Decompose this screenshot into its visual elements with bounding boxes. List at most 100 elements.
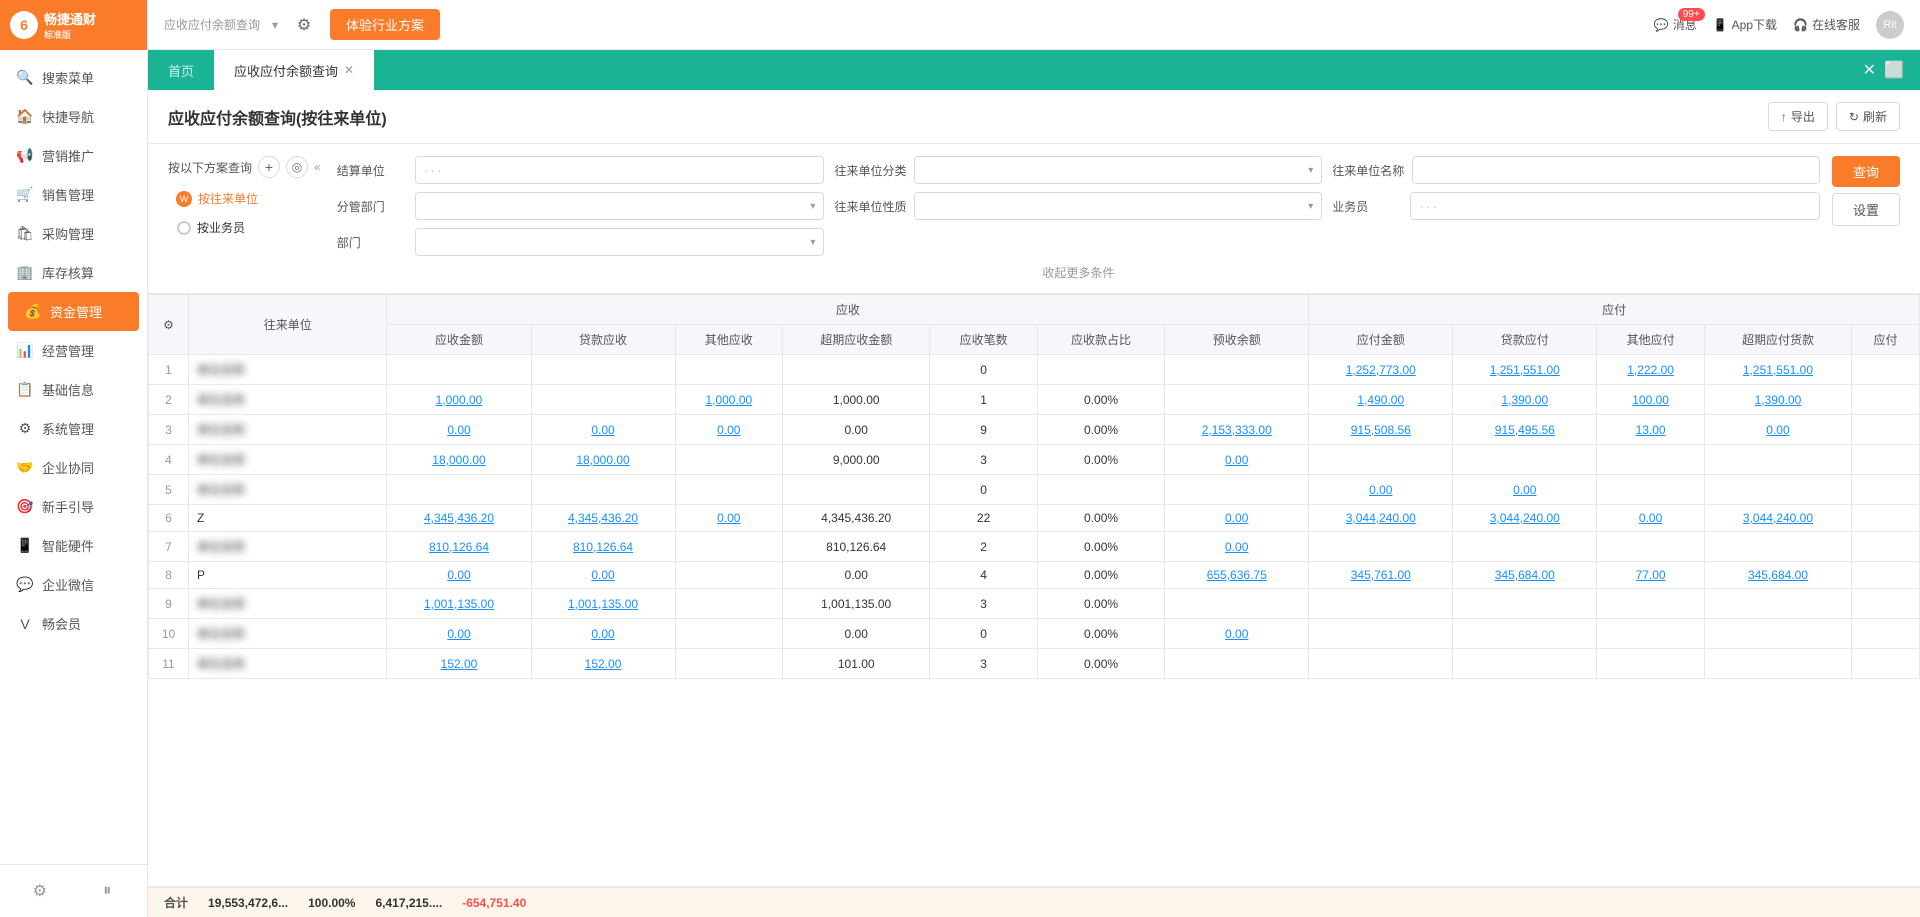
cell-link[interactable]: 3,044,240.00 (1704, 505, 1851, 532)
query-btn[interactable]: 查询 (1832, 156, 1900, 187)
th-gear[interactable]: ⚙ (149, 295, 189, 355)
filter-schema-btn[interactable]: ◎ (286, 156, 308, 178)
cell-link[interactable]: 1,001,135.00 (387, 589, 531, 619)
cell-link[interactable]: 915,508.56 (1309, 415, 1453, 445)
filter-salesperson-input[interactable]: ··· (1410, 192, 1820, 220)
tab-expand-icon[interactable]: ⬜ (1884, 60, 1904, 80)
topbar-gear-icon[interactable]: ⚙ (290, 11, 318, 39)
cell-link[interactable]: 152.00 (531, 649, 675, 679)
sidebar-item-hardware[interactable]: 📱智能硬件 (0, 526, 147, 565)
cell-link[interactable]: 0.00 (1165, 532, 1309, 562)
sidebar-item-marketing[interactable]: 📢营销推广 (0, 136, 147, 175)
sidebar-item-finance[interactable]: 💰资金管理 (8, 292, 139, 331)
sidebar-item-management[interactable]: 📊经营管理 (0, 331, 147, 370)
cell-link[interactable]: 13.00 (1597, 415, 1705, 445)
cell-link[interactable]: 0.00 (675, 415, 783, 445)
service-btn[interactable]: 🎧 在线客服 (1793, 16, 1860, 33)
cell-link[interactable]: 3,044,240.00 (1309, 505, 1453, 532)
tab-ar-ap[interactable]: 应收应付余额查询 ✕ (214, 50, 374, 90)
settings-btn[interactable]: 设置 (1832, 193, 1900, 226)
cell-link[interactable]: 1,390.00 (1453, 385, 1597, 415)
app-download-btn[interactable]: 📱 App下载 (1713, 16, 1777, 33)
cell-link[interactable]: 655,636.75 (1165, 562, 1309, 589)
tab-home[interactable]: 首页 (148, 50, 214, 90)
cell-link[interactable]: 1,222.00 (1597, 355, 1705, 385)
filter-partner-category-input[interactable]: ▾ (914, 156, 1322, 184)
filter-nav-by-partner[interactable]: W 按往来单位 (168, 186, 321, 211)
export-btn[interactable]: ↑ 导出 (1768, 102, 1828, 131)
cell-link[interactable]: 0.00 (387, 562, 531, 589)
page-actions: ↑ 导出 ↻ 刷新 (1768, 102, 1900, 131)
cell-link[interactable]: 0.00 (1165, 505, 1309, 532)
pause-bottom-btn[interactable]: ⏸ (78, 875, 138, 907)
cell-link[interactable]: 0.00 (1165, 445, 1309, 475)
cell-link[interactable]: 1,251,551.00 (1704, 355, 1851, 385)
cell-link[interactable]: 4,345,436.20 (531, 505, 675, 532)
filter-dept-input[interactable]: ▾ (415, 192, 825, 220)
cell-link[interactable]: 1,251,551.00 (1453, 355, 1597, 385)
breadcrumb-chevron-icon[interactable]: ▾ (272, 18, 278, 32)
sidebar-item-sales[interactable]: 🛒销售管理 (0, 175, 147, 214)
cell-link[interactable]: 0.00 (387, 619, 531, 649)
filter-collapse-btn[interactable]: « (314, 160, 321, 174)
cell-link[interactable]: 77.00 (1597, 562, 1705, 589)
filter-partner-name-input[interactable] (1412, 156, 1820, 184)
filter-department-input[interactable]: ▾ (415, 228, 825, 256)
cell-link[interactable]: 1,001,135.00 (531, 589, 675, 619)
message-btn[interactable]: 💬 消息 99+ (1654, 16, 1697, 33)
cell-link[interactable]: 1,000.00 (387, 385, 531, 415)
cell-link[interactable]: 0.00 (531, 415, 675, 445)
cell-link[interactable]: 0.00 (1704, 415, 1851, 445)
user-profile[interactable]: Rit (1876, 11, 1904, 39)
sidebar-item-shortcut[interactable]: 🏠快捷导航 (0, 97, 147, 136)
cell-link[interactable]: 810,126.64 (387, 532, 531, 562)
cell-link[interactable]: 152.00 (387, 649, 531, 679)
cell-link[interactable]: 0.00 (1165, 619, 1309, 649)
refresh-btn[interactable]: ↻ 刷新 (1836, 102, 1900, 131)
table-wrapper[interactable]: ⚙ 往来单位 应收 应付 应收金额 贷款应收 其他应收 超期应收金额 应收笔数 (148, 294, 1920, 886)
cell-link[interactable]: 0.00 (675, 505, 783, 532)
cell-link[interactable]: 915,495.56 (1453, 415, 1597, 445)
cell-link[interactable]: 18,000.00 (531, 445, 675, 475)
cell-link[interactable]: 2,153,333.00 (1165, 415, 1309, 445)
cell-link[interactable]: 0.00 (1309, 475, 1453, 505)
message-badge: 99+ (1678, 8, 1705, 21)
sidebar-item-vip[interactable]: V畅会员 (0, 604, 147, 643)
cell-ap-col (1852, 619, 1920, 649)
cell-link[interactable]: 345,684.00 (1704, 562, 1851, 589)
cell-link[interactable]: 0.00 (531, 562, 675, 589)
tab-close-icon[interactable]: ✕ (344, 63, 354, 77)
filter-department-label: 部门 (337, 234, 407, 251)
industry-btn[interactable]: 体验行业方案 (330, 9, 440, 40)
collapse-more-btn[interactable]: 收起更多条件 (1042, 264, 1114, 281)
cell-link[interactable]: 0.00 (1453, 475, 1597, 505)
filter-add-btn[interactable]: + (258, 156, 280, 178)
cell-link[interactable]: 345,684.00 (1453, 562, 1597, 589)
sidebar-item-wechat[interactable]: 💬企业微信 (0, 565, 147, 604)
filter-nav-by-employee[interactable]: 按业务员 (168, 215, 321, 240)
cell-link[interactable]: 1,000.00 (675, 385, 783, 415)
sidebar-item-guide[interactable]: 🎯新手引导 (0, 487, 147, 526)
sidebar-item-search[interactable]: 🔍搜索菜单 (0, 58, 147, 97)
sidebar-item-purchase[interactable]: 🛍采购管理 (0, 214, 147, 253)
sidebar-item-system[interactable]: ⚙系统管理 (0, 409, 147, 448)
sidebar-item-inventory[interactable]: 🏢库存核算 (0, 253, 147, 292)
cell-link[interactable]: 4,345,436.20 (387, 505, 531, 532)
cell-link[interactable]: 0.00 (387, 415, 531, 445)
cell-link[interactable]: 345,761.00 (1309, 562, 1453, 589)
tab-close-all-icon[interactable]: ✕ (1863, 60, 1876, 80)
cell-link[interactable]: 1,490.00 (1309, 385, 1453, 415)
cell-link[interactable]: 1,390.00 (1704, 385, 1851, 415)
settings-bottom-btn[interactable]: ⚙ (10, 875, 70, 907)
cell-link[interactable]: 100.00 (1597, 385, 1705, 415)
filter-partner-nature-input[interactable]: ▾ (914, 192, 1322, 220)
cell-link[interactable]: 3,044,240.00 (1453, 505, 1597, 532)
cell-link[interactable]: 18,000.00 (387, 445, 531, 475)
cell-link[interactable]: 0.00 (531, 619, 675, 649)
filter-settlement-input[interactable]: ··· (415, 156, 825, 184)
sidebar-item-cooperation[interactable]: 🤝企业协同 (0, 448, 147, 487)
cell-link[interactable]: 1,252,773.00 (1309, 355, 1453, 385)
cell-link[interactable]: 0.00 (1597, 505, 1705, 532)
cell-link[interactable]: 810,126.64 (531, 532, 675, 562)
sidebar-item-basic[interactable]: 📋基础信息 (0, 370, 147, 409)
